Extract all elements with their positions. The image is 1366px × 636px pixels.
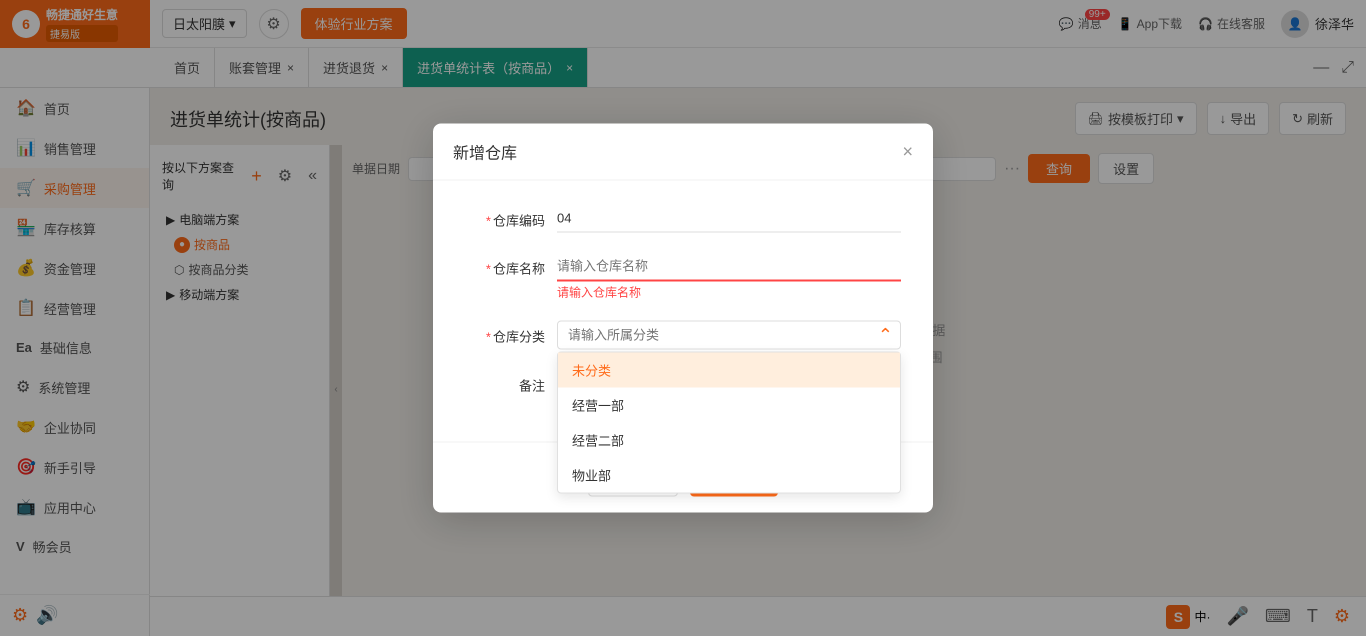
code-label: *仓库编码 bbox=[465, 205, 545, 230]
option-uncategorized[interactable]: 未分类 bbox=[558, 353, 900, 388]
name-error-msg: 请输入仓库名称 bbox=[557, 284, 901, 301]
category-dropdown-list: 未分类 经营一部 经营二部 物业部 bbox=[557, 352, 901, 494]
category-label: *仓库分类 bbox=[465, 321, 545, 346]
category-dropdown: ⌃ 未分类 经营一部 经营二部 物业部 bbox=[557, 321, 901, 350]
option-dept3[interactable]: 物业部 bbox=[558, 458, 900, 493]
dropdown-arrow-icon[interactable]: ⌃ bbox=[878, 325, 893, 346]
dialog-header: 新增仓库 × bbox=[433, 124, 933, 181]
category-field-row: *仓库分类 ⌃ 未分类 经营一部 经营二部 物业部 bbox=[465, 321, 901, 350]
name-label: *仓库名称 bbox=[465, 253, 545, 278]
name-input[interactable] bbox=[557, 253, 901, 282]
code-input[interactable] bbox=[557, 205, 901, 233]
option-dept1[interactable]: 经营一部 bbox=[558, 388, 900, 423]
note-label: 备注 bbox=[465, 370, 545, 395]
name-input-wrapper: 请输入仓库名称 bbox=[557, 253, 901, 301]
category-input[interactable] bbox=[557, 321, 901, 350]
option-dept2[interactable]: 经营二部 bbox=[558, 423, 900, 458]
dialog-title: 新增仓库 bbox=[453, 140, 517, 164]
new-warehouse-dialog: 新增仓库 × *仓库编码 *仓库名称 请输入仓库名称 *仓库分类 bbox=[433, 124, 933, 513]
code-field-row: *仓库编码 bbox=[465, 205, 901, 233]
dialog-body: *仓库编码 *仓库名称 请输入仓库名称 *仓库分类 ⌃ bbox=[433, 181, 933, 442]
dialog-close-button[interactable]: × bbox=[902, 141, 913, 162]
name-field-row: *仓库名称 请输入仓库名称 bbox=[465, 253, 901, 301]
